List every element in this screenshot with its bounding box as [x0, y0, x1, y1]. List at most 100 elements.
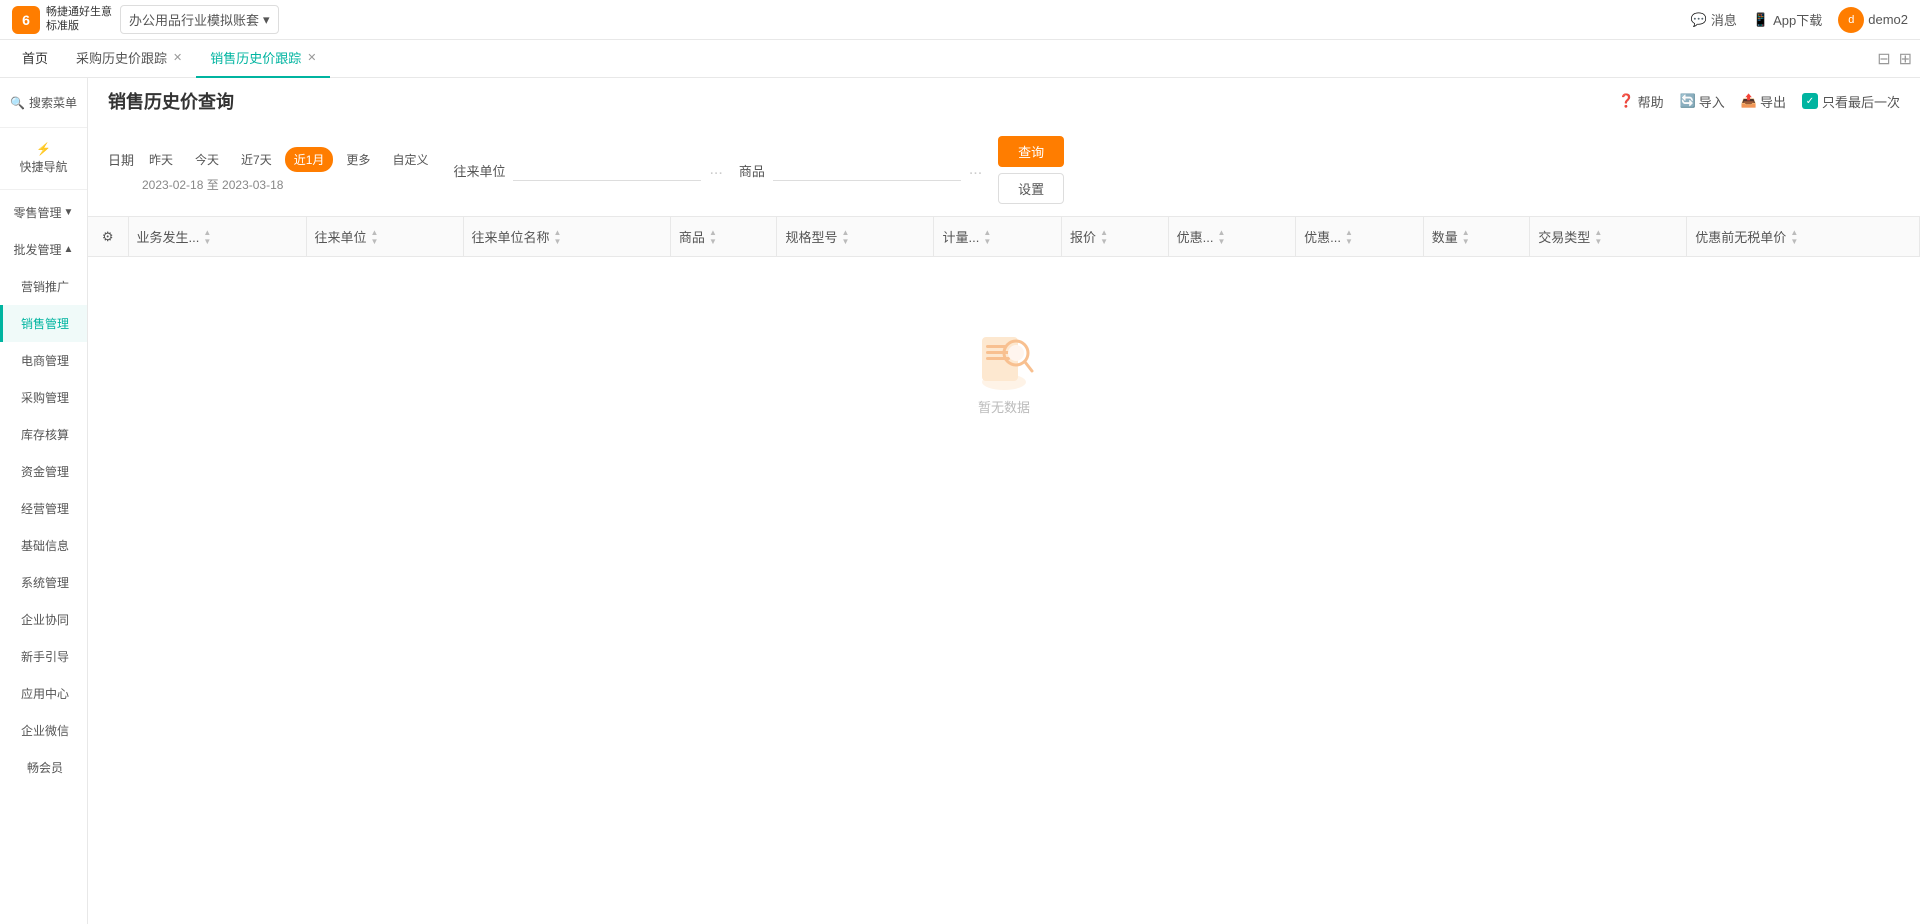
- data-table: ⚙ 业务发生... ▲▼ 往来单位 ▲▼: [88, 217, 1920, 257]
- export-icon: 📤: [1741, 93, 1757, 109]
- filter-bar: 日期 昨天 今天 近7天 近1月 更多 自定义 2023-02-18 至 202…: [88, 124, 1920, 217]
- export-btn[interactable]: 📤 导出: [1741, 92, 1786, 111]
- tab-bar-right: ⊟ ⊞: [1877, 49, 1912, 69]
- sidebar-search-section: 🔍 搜索菜单: [0, 78, 87, 128]
- filter-product-group: 商品 ...: [739, 159, 982, 181]
- tab-home[interactable]: 首页: [8, 40, 62, 78]
- sort-arrows-11[interactable]: ▲▼: [1594, 228, 1602, 246]
- import-btn[interactable]: 🔄 导入: [1680, 92, 1725, 111]
- counterparty-lookup-btn[interactable]: ...: [709, 161, 722, 179]
- col-discount1: 优惠... ▲▼: [1168, 217, 1296, 257]
- chevron-down-icon: ▾: [263, 12, 270, 28]
- tab-bar-maximize[interactable]: ⊞: [1899, 49, 1912, 69]
- sidebar-item-purchase[interactable]: 采购管理: [0, 379, 87, 416]
- sort-arrows-12[interactable]: ▲▼: [1790, 228, 1798, 246]
- counterparty-label: 往来单位: [453, 161, 505, 180]
- date-btn-7days[interactable]: 近7天: [232, 147, 281, 172]
- tab-sales-history-close[interactable]: ✕: [307, 51, 316, 64]
- sort-arrows-9[interactable]: ▲▼: [1345, 228, 1353, 246]
- sidebar-item-guide[interactable]: 新手引导: [0, 638, 87, 675]
- sidebar: 🔍 搜索菜单 ⚡ 快捷导航 零售管理 ▼ 批发管理 ▲ 营销推广 销售管理: [0, 78, 88, 924]
- settings-icon[interactable]: ⚙: [102, 229, 114, 244]
- sidebar-item-ecommerce[interactable]: 电商管理: [0, 342, 87, 379]
- sidebar-item-operations[interactable]: 经营管理: [0, 490, 87, 527]
- header-right: 💬 消息 📱 App下载 d demo2: [1691, 7, 1908, 33]
- col-biz-date: 业务发生... ▲▼: [128, 217, 306, 257]
- download-icon: 📱: [1753, 12, 1769, 28]
- col-trade-type: 交易类型 ▲▼: [1530, 217, 1687, 257]
- col-settings: ⚙: [88, 217, 128, 257]
- product-label: 商品: [739, 161, 765, 180]
- product-lookup-btn[interactable]: ...: [969, 161, 982, 179]
- date-btn-yesterday[interactable]: 昨天: [140, 147, 182, 172]
- tab-bar: 首页 采购历史价跟踪 ✕ 销售历史价跟踪 ✕ ⊟ ⊞: [0, 40, 1920, 78]
- sidebar-section: 零售管理 ▼ 批发管理 ▲ 营销推广 销售管理 电商管理 采购管理 库存核算: [0, 190, 87, 790]
- date-btn-custom[interactable]: 自定义: [383, 147, 437, 172]
- sidebar-item-quick-nav[interactable]: ⚡ 快捷导航: [0, 134, 87, 183]
- sort-arrows-7[interactable]: ▲▼: [1100, 228, 1108, 246]
- sidebar-item-inventory[interactable]: 库存核算: [0, 416, 87, 453]
- col-counterparty-id: 往来单位 ▲▼: [306, 217, 463, 257]
- content-area: 销售历史价查询 ❓ 帮助 🔄 导入 📤 导出 ✓ 只看最后一次: [88, 78, 1920, 924]
- empty-icon: [964, 317, 1044, 397]
- date-options: 昨天 今天 近7天 近1月 更多 自定义: [140, 147, 437, 172]
- sidebar-item-enterprise-wechat[interactable]: 企业微信: [0, 712, 87, 749]
- page-title: 销售历史价查询: [108, 88, 234, 114]
- query-button[interactable]: 查询: [998, 136, 1064, 167]
- sidebar-item-marketing[interactable]: 营销推广: [0, 268, 87, 305]
- sidebar-item-wholesale[interactable]: 批发管理 ▲: [0, 231, 87, 268]
- date-btn-more[interactable]: 更多: [337, 147, 379, 172]
- col-unit: 计量... ▲▼: [934, 217, 1062, 257]
- sidebar-item-retail[interactable]: 零售管理 ▼: [0, 194, 87, 231]
- tab-purchase-history-close[interactable]: ✕: [173, 51, 182, 64]
- user-profile[interactable]: d demo2: [1838, 7, 1908, 33]
- date-btn-1month[interactable]: 近1月: [285, 147, 334, 172]
- logo-area: 6 畅捷通好生意 标准版: [12, 6, 112, 34]
- col-pre-tax-price: 优惠前无税单价 ▲▼: [1687, 217, 1920, 257]
- help-btn[interactable]: ❓ 帮助: [1618, 92, 1663, 111]
- filter-counterparty-group: 往来单位 ...: [453, 159, 722, 181]
- main-layout: 🔍 搜索菜单 ⚡ 快捷导航 零售管理 ▼ 批发管理 ▲ 营销推广 销售管理: [0, 78, 1920, 924]
- tab-bar-minimize[interactable]: ⊟: [1877, 49, 1890, 69]
- quick-nav-icon: ⚡: [36, 142, 51, 156]
- sidebar-item-basic[interactable]: 基础信息: [0, 527, 87, 564]
- tab-sales-history[interactable]: 销售历史价跟踪 ✕: [196, 40, 330, 78]
- app-download-btn[interactable]: 📱 App下载: [1753, 10, 1822, 29]
- col-discount2: 优惠... ▲▼: [1296, 217, 1424, 257]
- chevron-up-icon: ▲: [64, 244, 74, 255]
- empty-illustration: [964, 317, 1044, 397]
- col-quantity: 数量 ▲▼: [1423, 217, 1530, 257]
- avatar: d: [1838, 7, 1864, 33]
- product-input[interactable]: [773, 159, 961, 181]
- only-last-checkbox[interactable]: ✓ 只看最后一次: [1802, 92, 1900, 111]
- sort-arrows-6[interactable]: ▲▼: [983, 228, 991, 246]
- date-label: 日期: [108, 150, 134, 169]
- filter-date-group: 日期 昨天 今天 近7天 近1月 更多 自定义 2023-02-18 至 202…: [108, 147, 437, 193]
- sidebar-item-enterprise[interactable]: 企业协同: [0, 601, 87, 638]
- message-btn[interactable]: 💬 消息: [1691, 10, 1737, 29]
- header-left: 6 畅捷通好生意 标准版 办公用品行业模拟账套 ▾: [12, 5, 279, 34]
- sort-arrows[interactable]: ▲▼: [203, 228, 211, 246]
- search-icon: 🔍: [10, 96, 25, 110]
- counterparty-input[interactable]: [513, 159, 701, 181]
- sort-arrows-5[interactable]: ▲▼: [842, 228, 850, 246]
- sort-arrows-2[interactable]: ▲▼: [371, 228, 379, 246]
- app-selector[interactable]: 办公用品行业模拟账套 ▾: [120, 5, 279, 34]
- sidebar-item-finance[interactable]: 资金管理: [0, 453, 87, 490]
- sidebar-item-system[interactable]: 系统管理: [0, 564, 87, 601]
- sort-arrows-10[interactable]: ▲▼: [1462, 228, 1470, 246]
- tab-purchase-history[interactable]: 采购历史价跟踪 ✕: [62, 40, 196, 78]
- sidebar-search-btn[interactable]: 🔍 搜索菜单: [8, 88, 79, 117]
- sort-arrows-4[interactable]: ▲▼: [709, 228, 717, 246]
- sort-arrows-8[interactable]: ▲▼: [1217, 228, 1225, 246]
- date-btn-today[interactable]: 今天: [186, 147, 228, 172]
- help-icon: ❓: [1618, 93, 1634, 109]
- import-icon: 🔄: [1680, 93, 1696, 109]
- sort-arrows-3[interactable]: ▲▼: [554, 228, 562, 246]
- sidebar-item-sales[interactable]: 销售管理: [0, 305, 87, 342]
- col-quoted-price: 报价 ▲▼: [1062, 217, 1169, 257]
- settings-button[interactable]: 设置: [998, 173, 1064, 204]
- col-product: 商品 ▲▼: [670, 217, 777, 257]
- sidebar-item-member[interactable]: 畅会员: [0, 749, 87, 786]
- sidebar-item-app-center[interactable]: 应用中心: [0, 675, 87, 712]
